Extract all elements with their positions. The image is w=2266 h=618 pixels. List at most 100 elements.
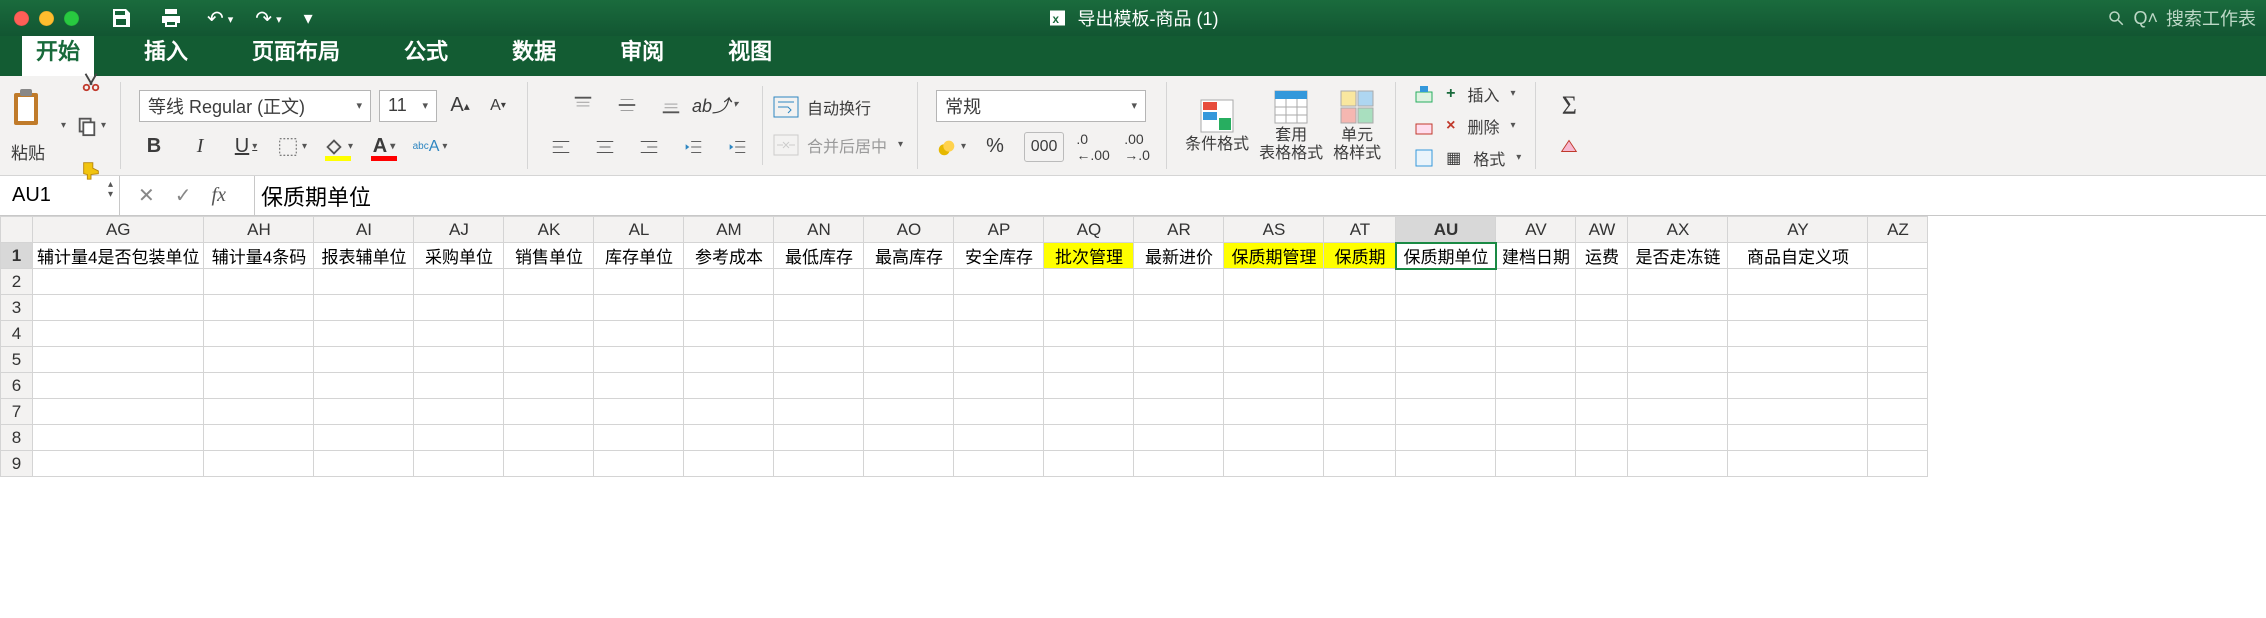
cell[interactable] xyxy=(314,373,414,399)
column-header[interactable]: AV xyxy=(1496,217,1576,243)
cell[interactable] xyxy=(684,425,774,451)
cell[interactable] xyxy=(1396,399,1496,425)
cell[interactable] xyxy=(594,321,684,347)
cell-styles-button[interactable]: 单元 格样式 xyxy=(1333,89,1381,162)
align-middle-icon[interactable] xyxy=(612,90,642,120)
cell[interactable]: 报表辅单位 xyxy=(314,243,414,269)
cell[interactable] xyxy=(1134,399,1224,425)
search-sheet[interactable]: Q˄ 搜索工作表 xyxy=(2107,5,2256,31)
cell[interactable]: 批次管理 xyxy=(1044,243,1134,269)
cell[interactable] xyxy=(1496,347,1576,373)
column-header[interactable]: AS xyxy=(1224,217,1324,243)
cell[interactable] xyxy=(1576,373,1628,399)
redo-button[interactable]: ↷▾ xyxy=(255,6,281,31)
cell[interactable] xyxy=(774,373,864,399)
row-header[interactable]: 6 xyxy=(1,373,33,399)
column-header[interactable]: AX xyxy=(1628,217,1728,243)
cell[interactable] xyxy=(314,321,414,347)
row-header[interactable]: 1 xyxy=(1,243,33,269)
cell[interactable] xyxy=(204,425,314,451)
percent-button[interactable]: % xyxy=(980,132,1010,162)
cell[interactable] xyxy=(1868,243,1928,269)
delete-cells-button[interactable]: ×删除▾ xyxy=(1414,114,1515,138)
cell[interactable] xyxy=(954,269,1044,295)
cell[interactable] xyxy=(684,295,774,321)
confirm-edit-icon[interactable]: ✓ xyxy=(175,183,192,208)
cell[interactable] xyxy=(504,373,594,399)
qat-customize-icon[interactable]: ▾ xyxy=(304,8,313,29)
cell[interactable] xyxy=(504,399,594,425)
phonetic-guide-button[interactable]: abcA▾ xyxy=(415,132,445,162)
cell[interactable] xyxy=(1628,399,1728,425)
cell[interactable] xyxy=(1224,269,1324,295)
align-left-icon[interactable] xyxy=(546,132,576,162)
cell[interactable] xyxy=(864,373,954,399)
cell[interactable] xyxy=(414,295,504,321)
clear-icon[interactable] xyxy=(1554,131,1584,161)
cell[interactable] xyxy=(314,269,414,295)
cell[interactable] xyxy=(1224,373,1324,399)
name-box[interactable]: AU1 ▴▾ xyxy=(0,176,120,215)
cell[interactable] xyxy=(1396,451,1496,477)
cell[interactable] xyxy=(684,451,774,477)
cell[interactable]: 运费 xyxy=(1576,243,1628,269)
cell[interactable]: 商品自定义项 xyxy=(1728,243,1868,269)
cell[interactable] xyxy=(204,373,314,399)
row-header[interactable]: 9 xyxy=(1,451,33,477)
copy-icon[interactable]: ▾ xyxy=(76,111,106,141)
cell[interactable] xyxy=(1396,425,1496,451)
cell[interactable] xyxy=(33,425,204,451)
save-icon[interactable] xyxy=(107,4,135,32)
cancel-edit-icon[interactable]: ✕ xyxy=(138,183,155,208)
cell[interactable] xyxy=(1044,295,1134,321)
cell[interactable] xyxy=(1868,269,1928,295)
cell[interactable] xyxy=(33,399,204,425)
fill-color-button[interactable]: ▾ xyxy=(323,132,353,162)
zoom-window-button[interactable] xyxy=(64,11,79,26)
cell[interactable] xyxy=(1044,425,1134,451)
cell[interactable] xyxy=(314,425,414,451)
increase-indent-icon[interactable] xyxy=(722,132,752,162)
paste-icon[interactable] xyxy=(8,87,48,131)
cell[interactable]: 保质期管理 xyxy=(1224,243,1324,269)
cell[interactable]: 参考成本 xyxy=(684,243,774,269)
cell[interactable] xyxy=(1224,295,1324,321)
cell[interactable] xyxy=(1728,347,1868,373)
cell[interactable] xyxy=(1576,321,1628,347)
row-header[interactable]: 4 xyxy=(1,321,33,347)
cell[interactable] xyxy=(33,269,204,295)
cell[interactable] xyxy=(1496,399,1576,425)
row-header[interactable]: 3 xyxy=(1,295,33,321)
cell[interactable] xyxy=(1134,295,1224,321)
cell[interactable] xyxy=(1576,295,1628,321)
cell[interactable] xyxy=(1496,373,1576,399)
borders-button[interactable]: ▾ xyxy=(277,132,307,162)
cell[interactable] xyxy=(1324,347,1396,373)
cell[interactable] xyxy=(774,295,864,321)
font-name-combo[interactable]: 等线 Regular (正文)▾ xyxy=(139,90,371,122)
cell[interactable] xyxy=(1728,451,1868,477)
cell[interactable] xyxy=(1224,399,1324,425)
cell[interactable] xyxy=(684,347,774,373)
cell[interactable] xyxy=(414,347,504,373)
cell[interactable] xyxy=(1868,399,1928,425)
undo-button[interactable]: ↶▾ xyxy=(207,6,233,31)
font-size-combo[interactable]: 11▾ xyxy=(379,90,437,122)
row-header[interactable]: 8 xyxy=(1,425,33,451)
cell[interactable] xyxy=(414,321,504,347)
cell[interactable] xyxy=(594,269,684,295)
cell[interactable] xyxy=(504,321,594,347)
cell[interactable]: 辅计量4条码 xyxy=(204,243,314,269)
cell[interactable] xyxy=(774,451,864,477)
column-header[interactable]: AU xyxy=(1396,217,1496,243)
cell[interactable] xyxy=(414,269,504,295)
cell[interactable] xyxy=(204,295,314,321)
cell[interactable] xyxy=(1396,321,1496,347)
row-header[interactable]: 2 xyxy=(1,269,33,295)
cell[interactable] xyxy=(774,425,864,451)
column-header[interactable]: AM xyxy=(684,217,774,243)
cell[interactable] xyxy=(684,321,774,347)
cell[interactable] xyxy=(1576,425,1628,451)
decrease-decimal-button[interactable]: .00→.0 xyxy=(1122,132,1152,162)
cell[interactable] xyxy=(1224,321,1324,347)
